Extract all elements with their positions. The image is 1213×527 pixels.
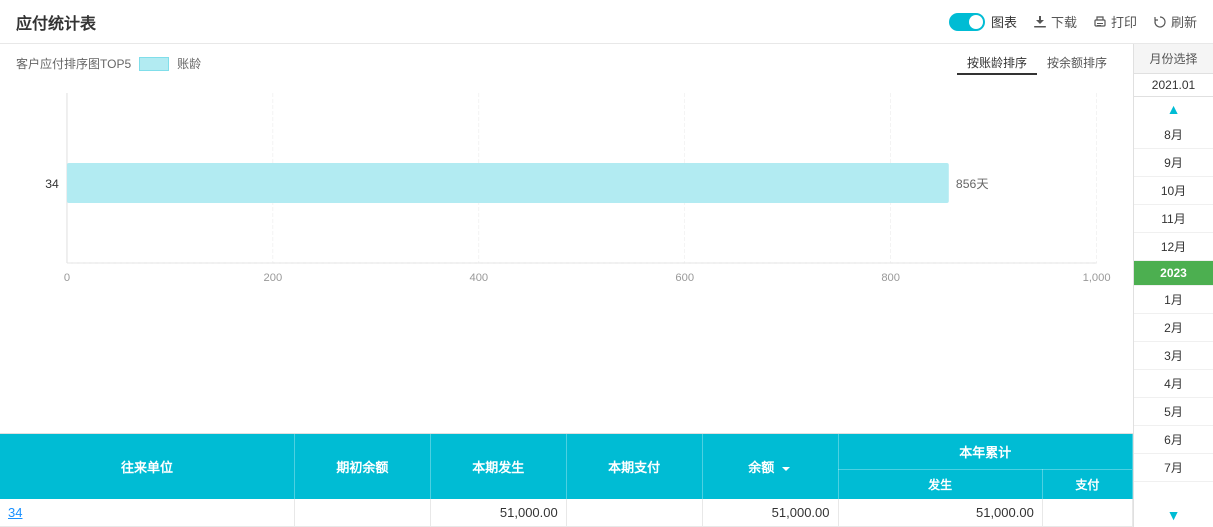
col-yue: 余额 [702,434,838,499]
sidebar-month-1[interactable]: 1月 [1134,286,1213,314]
col-nianlei: 本年累计 [838,434,1132,470]
download-button[interactable]: 下载 [1033,12,1077,31]
chart-toggle-label: 图表 [991,12,1017,31]
page-title: 应付统计表 [16,10,96,34]
svg-text:856天: 856天 [956,177,989,191]
sidebar-month-6[interactable]: 6月 [1134,426,1213,454]
sidebar-month-2[interactable]: 2月 [1134,314,1213,342]
svg-text:600: 600 [675,272,694,284]
col-benfaqi: 本期发生 [430,434,566,499]
sidebar-year-2023[interactable]: 2023 [1134,261,1213,286]
table-header-row-1: 往来单位 期初余额 本期发生 本期支付 余额 本年累计 [0,434,1133,470]
cell-benfaqi: 51,000.00 [430,499,566,527]
download-icon [1033,15,1047,29]
data-table: 往来单位 期初余额 本期发生 本期支付 余额 本年累计 [0,434,1133,527]
chart-toggle-wrap: 图表 [949,12,1017,31]
chart-section: 客户应付排序图TOP5 账龄 按账龄排序 按余额排序 [0,44,1133,527]
sidebar-month-8[interactable]: 8月 [1134,121,1213,149]
refresh-button[interactable]: 刷新 [1153,12,1197,31]
header-actions: 图表 下载 打印 刷新 [949,12,1197,31]
svg-text:0: 0 [64,272,70,284]
chart-canvas-area: 34 856天 0 200 400 600 800 1,000 [0,83,1133,433]
sidebar-month-9[interactable]: 9月 [1134,149,1213,177]
sidebar-month-5[interactable]: 5月 [1134,398,1213,426]
chart-header: 客户应付排序图TOP5 账龄 按账龄排序 按余额排序 [0,44,1133,83]
cell-qichu [294,499,430,527]
svg-text:400: 400 [469,272,488,284]
cell-nian-zhifu [1042,499,1132,527]
col-nian-fashen: 发生 [838,470,1042,500]
table-wrap: 往来单位 期初余额 本期发生 本期支付 余额 本年累计 [0,434,1133,527]
sort-tab-age[interactable]: 按账龄排序 [957,52,1037,75]
cell-unit[interactable]: 34 [0,499,294,527]
svg-text:200: 200 [264,272,283,284]
sidebar-down-button[interactable]: ▼ [1134,503,1213,527]
sort-tabs: 按账龄排序 按余额排序 [957,52,1117,75]
cell-nian-fashen: 51,000.00 [838,499,1042,527]
col-unit: 往来单位 [0,434,294,499]
app-container: 应付统计表 图表 下载 打印 刷新 [0,0,1213,527]
chart-svg: 34 856天 0 200 400 600 800 1,000 [16,83,1117,303]
chart-legend-item: 账龄 [177,55,201,72]
sort-icon [780,463,792,475]
svg-text:800: 800 [881,272,900,284]
print-button[interactable]: 打印 [1093,12,1137,31]
sidebar-year-input[interactable] [1134,74,1213,97]
sidebar-month-list: 8月 9月 10月 11月 12月 2023 1月 2月 3月 4月 5月 6月… [1134,121,1213,503]
refresh-icon [1153,15,1167,29]
cell-yue: 51,000.00 [702,499,838,527]
col-qichu: 期初余额 [294,434,430,499]
legend-color-box [139,57,169,71]
sidebar-month-12[interactable]: 12月 [1134,233,1213,261]
main-content: 客户应付排序图TOP5 账龄 按账龄排序 按余额排序 [0,44,1213,527]
table-section: 往来单位 期初余额 本期发生 本期支付 余额 本年累计 [0,433,1133,527]
col-nian-zhifu: 支付 [1042,470,1132,500]
header: 应付统计表 图表 下载 打印 刷新 [0,0,1213,44]
sidebar-header-label: 月份选择 [1134,44,1213,74]
sidebar-month-11[interactable]: 11月 [1134,205,1213,233]
svg-text:34: 34 [45,177,59,191]
chart-legend: 客户应付排序图TOP5 账龄 [16,55,201,72]
svg-text:1,000: 1,000 [1083,272,1111,284]
sidebar-month-3[interactable]: 3月 [1134,342,1213,370]
table-row: 34 51,000.00 51,000.00 51,000.00 [0,499,1133,527]
sidebar-month-7[interactable]: 7月 [1134,454,1213,482]
sidebar: 月份选择 ▲ 8月 9月 10月 11月 12月 2023 1月 2月 3月 4… [1133,44,1213,527]
print-icon [1093,15,1107,29]
sort-tab-balance[interactable]: 按余额排序 [1037,52,1117,75]
chart-toggle[interactable] [949,13,985,31]
sidebar-month-10[interactable]: 10月 [1134,177,1213,205]
table-body: 34 51,000.00 51,000.00 51,000.00 [0,499,1133,527]
col-benzhifu: 本期支付 [566,434,702,499]
sidebar-month-4[interactable]: 4月 [1134,370,1213,398]
chart-legend-label: 客户应付排序图TOP5 [16,55,131,72]
sidebar-up-button[interactable]: ▲ [1134,97,1213,121]
cell-benzhifu [566,499,702,527]
